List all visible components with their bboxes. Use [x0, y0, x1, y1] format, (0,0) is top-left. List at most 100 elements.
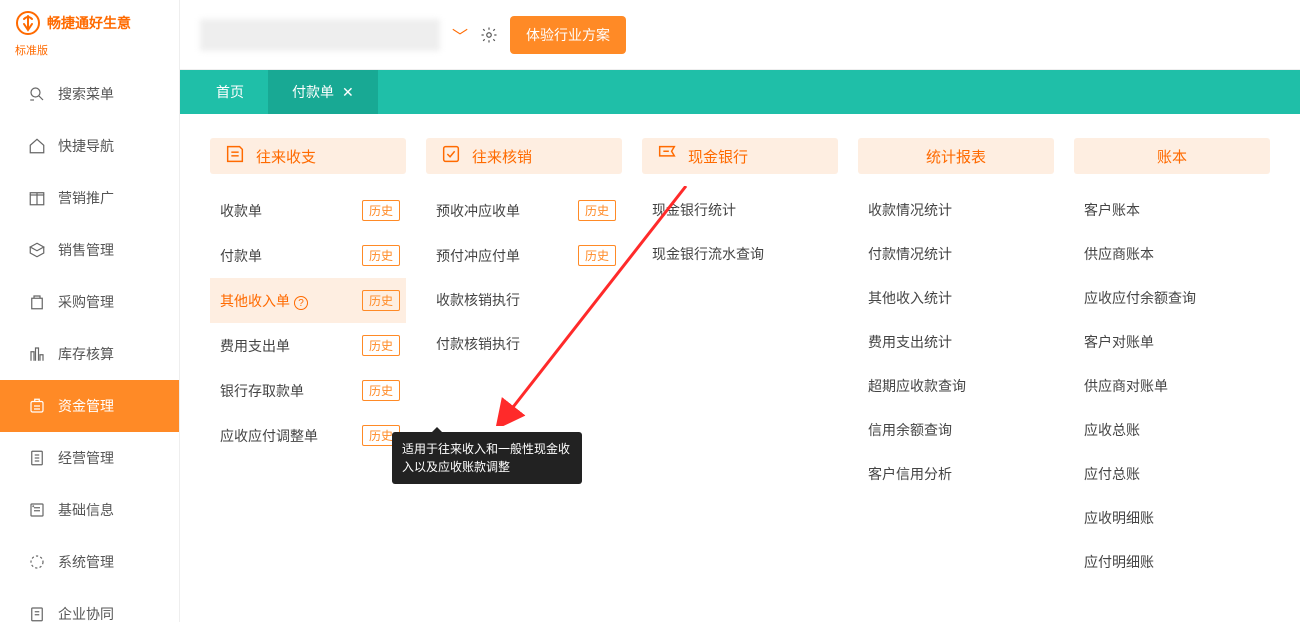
sidebar-item-label: 搜索菜单 [58, 84, 114, 104]
column-items: 现金银行统计现金银行流水查询 [642, 188, 838, 276]
sidebar-item-8[interactable]: 基础信息 [0, 484, 179, 536]
sidebar-icon-8 [28, 501, 46, 519]
col-item-1-0[interactable]: 预收冲应收单 历史 [426, 188, 622, 233]
sidebar-icon-9 [28, 553, 46, 571]
col-item-3-1[interactable]: 付款情况统计 [858, 232, 1054, 276]
col-item-3-3[interactable]: 费用支出统计 [858, 320, 1054, 364]
history-tag[interactable]: 历史 [578, 245, 616, 266]
column-title: 统计报表 [926, 146, 986, 167]
column-items: 预收冲应收单历史预付冲应付单历史收款核销执行付款核销执行 [426, 188, 622, 366]
col-item-0-2[interactable]: 其他收入单? 历史 [210, 278, 406, 323]
column-icon [656, 143, 678, 169]
tab-0[interactable]: 首页 [192, 70, 268, 114]
sidebar-item-4[interactable]: 采购管理 [0, 276, 179, 328]
column-title: 往来核销 [472, 146, 532, 167]
col-item-0-1[interactable]: 付款单 历史 [210, 233, 406, 278]
sidebar-item-3[interactable]: 销售管理 [0, 224, 179, 276]
sidebar-item-0[interactable]: 搜索菜单 [0, 68, 179, 120]
column-items: 收款单历史付款单历史其他收入单?历史费用支出单历史银行存取款单历史应收应付调整单… [210, 188, 406, 458]
sidebar-icon-6 [28, 397, 46, 415]
history-tag[interactable]: 历史 [362, 335, 400, 356]
col-item-0-4[interactable]: 银行存取款单历史 [210, 368, 406, 413]
col-item-2-1[interactable]: 现金银行流水查询 [642, 232, 838, 276]
chevron-down-icon[interactable]: ﹀ [452, 23, 468, 47]
col-item-3-2[interactable]: 其他收入统计 [858, 276, 1054, 320]
col-item-4-1[interactable]: 供应商账本 [1074, 232, 1270, 276]
col-item-label: 应付总账 [1084, 464, 1140, 484]
sidebar-icon-1 [28, 137, 46, 155]
sidebar-menu: 搜索菜单快捷导航营销推广销售管理采购管理库存核算资金管理经营管理基础信息系统管理… [0, 68, 179, 640]
experience-plan-button[interactable]: 体验行业方案 [510, 16, 626, 54]
column-3: 统计报表收款情况统计付款情况统计其他收入统计费用支出统计超期应收款查询信用余额查… [858, 138, 1054, 598]
col-item-4-3[interactable]: 客户对账单 [1074, 320, 1270, 364]
sidebar-item-label: 营销推广 [58, 188, 114, 208]
col-item-2-0[interactable]: 现金银行统计 [642, 188, 838, 232]
col-item-label: 费用支出单 [220, 336, 290, 356]
col-item-label: 应收应付调整单 [220, 426, 318, 446]
sidebar-item-10[interactable]: 企业协同 [0, 588, 179, 640]
col-item-label: 付款单 [220, 246, 262, 266]
col-item-label: 付款情况统计 [868, 244, 952, 264]
col-item-label: 现金银行流水查询 [652, 244, 764, 264]
column-header: 往来核销 [426, 138, 622, 174]
col-item-3-4[interactable]: 超期应收款查询 [858, 364, 1054, 408]
col-item-0-5[interactable]: 应收应付调整单历史 [210, 413, 406, 458]
account-name-blur [200, 19, 440, 51]
column-0: 往来收支收款单历史付款单历史其他收入单?历史费用支出单历史银行存取款单历史应收应… [210, 138, 406, 598]
sidebar-item-6[interactable]: 资金管理 [0, 380, 179, 432]
sidebar-icon-10 [28, 605, 46, 623]
col-item-3-6[interactable]: 客户信用分析 [858, 452, 1054, 496]
col-item-0-0[interactable]: 收款单 历史 [210, 188, 406, 233]
col-item-1-3[interactable]: 付款核销执行 [426, 322, 622, 366]
column-header: 统计报表 [858, 138, 1054, 174]
col-item-4-8[interactable]: 应付明细账 [1074, 540, 1270, 584]
column-header: 现金银行 [642, 138, 838, 174]
sidebar-item-1[interactable]: 快捷导航 [0, 120, 179, 172]
sidebar: 畅捷通好生意 标准版 搜索菜单快捷导航营销推广销售管理采购管理库存核算资金管理经… [0, 0, 180, 622]
tab-1[interactable]: 付款单 ✕ [268, 70, 378, 114]
col-item-0-3[interactable]: 费用支出单 历史 [210, 323, 406, 368]
content-area: 适用于往来收入和一般性现金收入以及应收账款调整 往来收支收款单历史付款单历史其他… [180, 114, 1300, 622]
sidebar-item-9[interactable]: 系统管理 [0, 536, 179, 588]
column-icon [224, 143, 246, 169]
col-item-label: 客户账本 [1084, 200, 1140, 220]
gear-icon[interactable] [480, 26, 498, 44]
col-item-4-6[interactable]: 应付总账 [1074, 452, 1270, 496]
col-item-4-4[interactable]: 供应商对账单 [1074, 364, 1270, 408]
col-item-1-2[interactable]: 收款核销执行 [426, 278, 622, 322]
col-item-4-5[interactable]: 应收总账 [1074, 408, 1270, 452]
col-item-3-0[interactable]: 收款情况统计 [858, 188, 1054, 232]
logo-icon [15, 10, 41, 36]
help-icon[interactable]: ? [294, 296, 308, 310]
tab-label: 付款单 [292, 82, 334, 102]
sidebar-icon-2 [28, 189, 46, 207]
column-items: 收款情况统计付款情况统计其他收入统计费用支出统计超期应收款查询信用余额查询客户信… [858, 188, 1054, 496]
topbar: ﹀ 体验行业方案 [180, 0, 1300, 70]
history-tag[interactable]: 历史 [362, 245, 400, 266]
col-item-label: 其他收入单? [220, 291, 308, 311]
sidebar-item-2[interactable]: 营销推广 [0, 172, 179, 224]
history-tag[interactable]: 历史 [362, 200, 400, 221]
sidebar-item-7[interactable]: 经营管理 [0, 432, 179, 484]
col-item-1-1[interactable]: 预付冲应付单历史 [426, 233, 622, 278]
col-item-4-0[interactable]: 客户账本 [1074, 188, 1270, 232]
col-item-4-2[interactable]: 应收应付余额查询 [1074, 276, 1270, 320]
sidebar-item-label: 企业协同 [58, 604, 114, 624]
close-icon[interactable]: ✕ [342, 85, 354, 99]
column-items: 客户账本供应商账本应收应付余额查询客户对账单供应商对账单应收总账应付总账应收明细… [1074, 188, 1270, 584]
history-tag[interactable]: 历史 [362, 380, 400, 401]
logo-area: 畅捷通好生意 [0, 0, 179, 46]
column-title: 往来收支 [256, 146, 316, 167]
col-item-4-7[interactable]: 应收明细账 [1074, 496, 1270, 540]
col-item-label: 预收冲应收单 [436, 201, 520, 221]
tab-label: 首页 [216, 82, 244, 102]
sidebar-item-5[interactable]: 库存核算 [0, 328, 179, 380]
column-icon [440, 143, 462, 169]
sidebar-item-label: 采购管理 [58, 292, 114, 312]
history-tag[interactable]: 历史 [578, 200, 616, 221]
history-tag[interactable]: 历史 [362, 290, 400, 311]
column-2: 现金银行现金银行统计现金银行流水查询 [642, 138, 838, 598]
column-title: 现金银行 [688, 146, 748, 167]
col-item-label: 收款单 [220, 201, 262, 221]
col-item-3-5[interactable]: 信用余额查询 [858, 408, 1054, 452]
